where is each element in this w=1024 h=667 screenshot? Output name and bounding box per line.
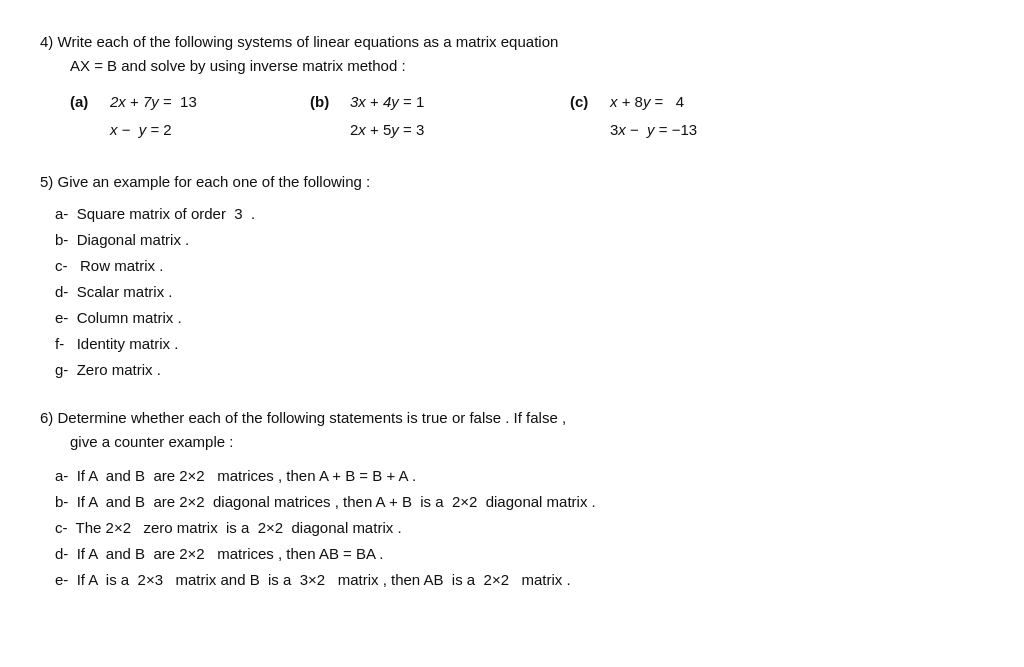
section-4-subtitle: AX = B and solve by using inverse matrix… bbox=[70, 54, 984, 78]
equation-group-c: (c) x + 8y = 4 3x − y = −13 bbox=[570, 90, 810, 146]
section-6-title-line2: give a counter example : bbox=[70, 430, 984, 454]
equation-groups: (a) 2x + 7y = 13 x − y = 2 (b) 3x + 4y =… bbox=[70, 90, 984, 146]
section-4-number: 4) bbox=[40, 33, 53, 50]
section-6: 6) Determine whether each of the followi… bbox=[40, 406, 984, 592]
eq-b-eq2: 2x + 5y = 3 bbox=[350, 118, 424, 142]
section-5: 5) Give an example for each one of the f… bbox=[40, 170, 984, 382]
list-item-5f: f- Identity matrix . bbox=[55, 332, 984, 356]
section-4-title-line1: Write each of the following systems of l… bbox=[58, 33, 559, 50]
eq-b-eq1: 3x + 4y = 1 bbox=[350, 90, 424, 114]
section-5-header: 5) Give an example for each one of the f… bbox=[40, 170, 984, 194]
section-6-title-line1: Determine whether each of the following … bbox=[58, 409, 567, 426]
eq-c-eq2: 3x − y = −13 bbox=[610, 118, 697, 142]
list-item-6b: b- If A and B are 2×2 diagonal matrices … bbox=[55, 490, 984, 514]
list-item-6a: a- If A and B are 2×2 matrices , then A … bbox=[55, 464, 984, 488]
list-item-5c: c- Row matrix . bbox=[55, 254, 984, 278]
section-6-list: a- If A and B are 2×2 matrices , then A … bbox=[55, 464, 984, 592]
list-item-5a: a- Square matrix of order 3 . bbox=[55, 202, 984, 226]
section-4: 4) Write each of the following systems o… bbox=[40, 30, 984, 146]
eq-a-row1: (a) 2x + 7y = 13 bbox=[70, 90, 310, 114]
eq-b-label: (b) bbox=[310, 90, 338, 114]
eq-c-label: (c) bbox=[570, 90, 598, 114]
eq-a-label: (a) bbox=[70, 90, 98, 114]
list-item-6e: e- If A is a 2×3 matrix and B is a 3×2 m… bbox=[55, 568, 984, 592]
page-content: 4) Write each of the following systems o… bbox=[40, 30, 984, 592]
equation-group-b: (b) 3x + 4y = 1 2x + 5y = 3 bbox=[310, 90, 570, 146]
equation-group-a: (a) 2x + 7y = 13 x − y = 2 bbox=[70, 90, 310, 146]
eq-a-eq1: 2x + 7y = 13 bbox=[110, 90, 197, 114]
eq-b-row2: 2x + 5y = 3 bbox=[350, 118, 570, 142]
eq-b-row1: (b) 3x + 4y = 1 bbox=[310, 90, 570, 114]
section-5-number: 5) bbox=[40, 173, 53, 190]
list-item-5d: d- Scalar matrix . bbox=[55, 280, 984, 304]
eq-c-row2: 3x − y = −13 bbox=[610, 118, 810, 142]
section-5-title: Give an example for each one of the foll… bbox=[58, 173, 371, 190]
eq-a-row2: x − y = 2 bbox=[110, 118, 310, 142]
section-5-list: a- Square matrix of order 3 . b- Diagona… bbox=[55, 202, 984, 382]
section-6-header: 6) Determine whether each of the followi… bbox=[40, 406, 984, 430]
list-item-6d: d- If A and B are 2×2 matrices , then AB… bbox=[55, 542, 984, 566]
eq-a-eq2: x − y = 2 bbox=[110, 118, 172, 142]
eq-c-eq1: x + 8y = 4 bbox=[610, 90, 684, 114]
list-item-5e: e- Column matrix . bbox=[55, 306, 984, 330]
list-item-5g: g- Zero matrix . bbox=[55, 358, 984, 382]
list-item-5b: b- Diagonal matrix . bbox=[55, 228, 984, 252]
section-4-header: 4) Write each of the following systems o… bbox=[40, 30, 984, 54]
section-6-number: 6) bbox=[40, 409, 53, 426]
eq-c-row1: (c) x + 8y = 4 bbox=[570, 90, 810, 114]
list-item-6c: c- The 2×2 zero matrix is a 2×2 diagonal… bbox=[55, 516, 984, 540]
